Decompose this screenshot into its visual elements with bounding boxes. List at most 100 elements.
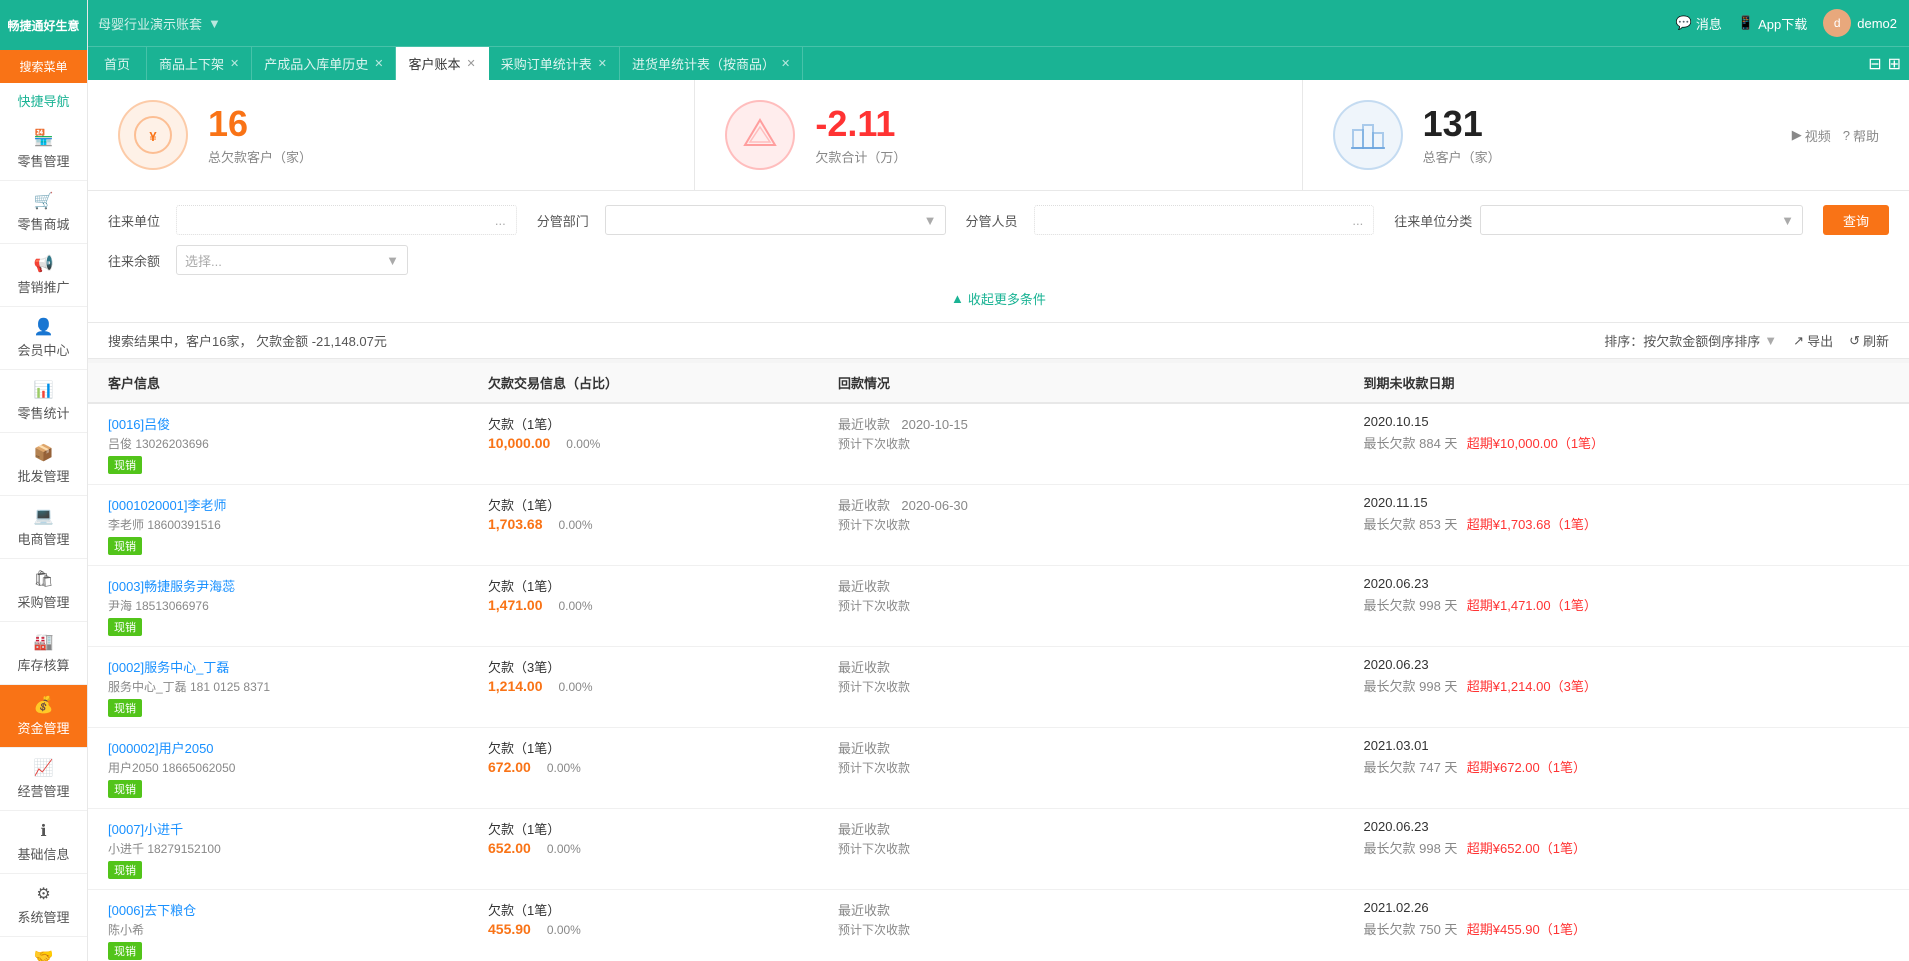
customer-tag-2: 现销 (108, 537, 142, 555)
message-btn[interactable]: 💬 消息 (1676, 14, 1722, 33)
tabs-maximize-icon[interactable]: ⊞ (1888, 54, 1901, 74)
overdue-link-6[interactable]: 超期¥652.00（1笔） (1467, 841, 1586, 856)
debt-percent-2: 0.00% (559, 518, 593, 532)
help-btn[interactable]: ? 帮助 (1843, 126, 1879, 145)
overdue-detail-4: 最长欠款 998 天 超期¥1,214.00（3笔） (1364, 676, 1890, 695)
unit-category-arrow-icon: ▼ (1781, 213, 1794, 228)
due-date-7: 2021.02.26 (1364, 900, 1890, 915)
customer-name-6[interactable]: [0007]小进千 (108, 819, 488, 838)
export-btn[interactable]: ↗ 导出 (1793, 331, 1833, 350)
stat-label-1: 总欠款客户（家） (208, 147, 312, 166)
search-button[interactable]: 查询 (1823, 205, 1889, 235)
overdue-link-2[interactable]: 超期¥1,703.68（1笔） (1467, 517, 1597, 532)
collection-next-1: 预计下次收款 (838, 435, 1364, 452)
sort-select[interactable]: 排序：按欠款金额倒序排序 ▼ (1604, 331, 1777, 350)
overdue-link-4[interactable]: 超期¥1,214.00（3笔） (1467, 679, 1597, 694)
collection-last-1: 最近收款 2020-10-15 (838, 414, 1364, 433)
tabs-minimize-icon[interactable]: ⊟ (1868, 54, 1881, 74)
top-bar: 母婴行业演示账套 ▼ 💬 消息 📱 App下载 d demo2 (88, 0, 1909, 46)
tab-products-close-icon[interactable]: ✕ (230, 57, 239, 70)
stat-card-3: 131 总客户（家） ▶ 视频 ? 帮助 (1303, 80, 1909, 190)
balance-select[interactable]: 选择... ▼ (176, 245, 408, 275)
customer-name-1[interactable]: [0016]吕俊 (108, 414, 488, 433)
sidebar: 畅捷通好生意 搜索菜单 快捷导航 🏪 零售管理 🛒 零售商城 📢 营销推广 👤 … (0, 0, 88, 961)
customer-name-5[interactable]: [000002]用户2050 (108, 738, 488, 757)
filter-dept-label: 分管部门 (537, 211, 597, 230)
stat-label-3: 总客户（家） (1423, 147, 1501, 166)
overdue-link-7[interactable]: 超期¥455.90（1笔） (1467, 922, 1586, 937)
customer-tag-7: 现销 (108, 942, 142, 960)
tab-home[interactable]: 首页 (88, 47, 147, 81)
sidebar-item-retail-mall[interactable]: 🛒 零售商城 (0, 181, 87, 244)
sidebar-item-purchase[interactable]: 🛍 采购管理 (0, 559, 87, 622)
table-row: [0006]去下粮仓 陈小希 现销 欠款（1笔） 455.90 0.00% 最 (88, 890, 1909, 961)
avatar: d (1823, 9, 1851, 37)
tab-products[interactable]: 商品上下架 ✕ (147, 47, 252, 81)
due-date-cell-6: 2020.06.23 最长欠款 998 天 超期¥652.00（1笔） (1364, 819, 1890, 857)
sidebar-item-retail-stats[interactable]: 📊 零售统计 (0, 370, 87, 433)
dept-select[interactable]: ▼ (605, 205, 946, 235)
tab-production[interactable]: 产成品入库单历史 ✕ (252, 47, 396, 81)
sidebar-item-finance[interactable]: 💰 资金管理 (0, 685, 87, 748)
video-btn[interactable]: ▶ 视频 (1792, 126, 1831, 145)
sidebar-item-batch-manage[interactable]: 📦 批发管理 (0, 433, 87, 496)
customer-tag-3: 现销 (108, 618, 142, 636)
customer-name-3[interactable]: [0003]畅捷服务尹海蕊 (108, 576, 488, 595)
sidebar-item-ecommerce[interactable]: 💻 电商管理 (0, 496, 87, 559)
help-icon: ? (1843, 128, 1850, 143)
quick-nav-btn[interactable]: 快捷导航 (0, 83, 87, 118)
debt-count-4: 欠款（3笔） (488, 657, 838, 676)
tab-customer-account-close-icon[interactable]: ✕ (467, 57, 476, 70)
app-title: 畅捷通好生意 (7, 17, 79, 34)
refresh-btn[interactable]: ↺ 刷新 (1849, 331, 1889, 350)
tab-purchase-order-close-icon[interactable]: ✕ (598, 57, 607, 70)
overdue-link-5[interactable]: 超期¥672.00（1笔） (1467, 760, 1586, 775)
sidebar-item-enterprise-collab[interactable]: 🤝 企业协同 (0, 937, 87, 961)
debt-percent-3: 0.00% (559, 599, 593, 613)
tabs-bar: 首页 商品上下架 ✕ 产成品入库单历史 ✕ 客户账本 ✕ 采购订单统计表 ✕ 进… (88, 46, 1909, 80)
overdue-link-3[interactable]: 超期¥1,471.00（1笔） (1467, 598, 1597, 613)
table-row: [0002]服务中心_丁磊 服务中心_丁磊 181 0125 8371 现销 欠… (88, 647, 1909, 728)
balance-arrow-icon: ▼ (386, 253, 399, 268)
sidebar-item-retail-manage[interactable]: 🏪 零售管理 (0, 118, 87, 181)
customer-name-7[interactable]: [0006]去下粮仓 (108, 900, 488, 919)
search-menu-btn[interactable]: 搜索菜单 (0, 50, 87, 83)
purchase-icon: 🛍 (4, 569, 83, 589)
source-unit-input[interactable]: ... (176, 205, 517, 235)
retail-manage-icon: 🏪 (4, 128, 83, 148)
person-input[interactable]: ... (1034, 205, 1375, 235)
overdue-detail-3: 最长欠款 998 天 超期¥1,471.00（1笔） (1364, 595, 1890, 614)
user-profile-btn[interactable]: d demo2 (1823, 9, 1897, 37)
customer-name-4[interactable]: [0002]服务中心_丁磊 (108, 657, 488, 676)
overdue-detail-7: 最长欠款 750 天 超期¥455.90（1笔） (1364, 919, 1890, 938)
sidebar-item-inventory[interactable]: 🏭 库存核算 (0, 622, 87, 685)
debt-count-5: 欠款（1笔） (488, 738, 838, 757)
collapse-bar[interactable]: ▲ 收起更多条件 (108, 285, 1889, 314)
due-date-cell-1: 2020.10.15 最长欠款 884 天 超期¥10,000.00（1笔） (1364, 414, 1890, 452)
app-download-btn[interactable]: 📱 App下载 (1738, 14, 1807, 33)
sidebar-item-basic-info[interactable]: ℹ 基础信息 (0, 811, 87, 874)
basic-info-icon: ℹ (4, 821, 83, 841)
debt-cell-4: 欠款（3笔） 1,214.00 0.00% (488, 657, 838, 694)
sidebar-item-marketing[interactable]: 📢 营销推广 (0, 244, 87, 307)
tab-purchase-order[interactable]: 采购订单统计表 ✕ (489, 47, 620, 81)
tab-stock-stats-close-icon[interactable]: ✕ (781, 57, 790, 70)
filter-person: 分管人员 ... (966, 205, 1375, 235)
overdue-link-1[interactable]: 超期¥10,000.00（1笔） (1467, 436, 1604, 451)
debt-amount-3: 1,471.00 (488, 597, 543, 613)
sidebar-item-operations[interactable]: 📈 经营管理 (0, 748, 87, 811)
collection-cell-6: 最近收款 预计下次收款 (838, 819, 1364, 857)
sidebar-item-system[interactable]: ⚙ 系统管理 (0, 874, 87, 937)
tab-stock-stats[interactable]: 进货单统计表（按商品） ✕ (620, 47, 803, 81)
debt-percent-7: 0.00% (547, 923, 581, 937)
retail-stats-icon: 📊 (4, 380, 83, 400)
due-date-6: 2020.06.23 (1364, 819, 1890, 834)
tab-customer-account[interactable]: 客户账本 ✕ (396, 47, 488, 81)
dropdown-arrow-icon[interactable]: ▼ (208, 16, 221, 31)
sidebar-item-members[interactable]: 👤 会员中心 (0, 307, 87, 370)
customer-name-2[interactable]: [0001020001]李老师 (108, 495, 488, 514)
unit-category-select[interactable]: ▼ (1480, 205, 1803, 235)
debt-amount-5: 672.00 (488, 759, 531, 775)
tab-production-close-icon[interactable]: ✕ (374, 57, 383, 70)
overdue-detail-5: 最长欠款 747 天 超期¥672.00（1笔） (1364, 757, 1890, 776)
